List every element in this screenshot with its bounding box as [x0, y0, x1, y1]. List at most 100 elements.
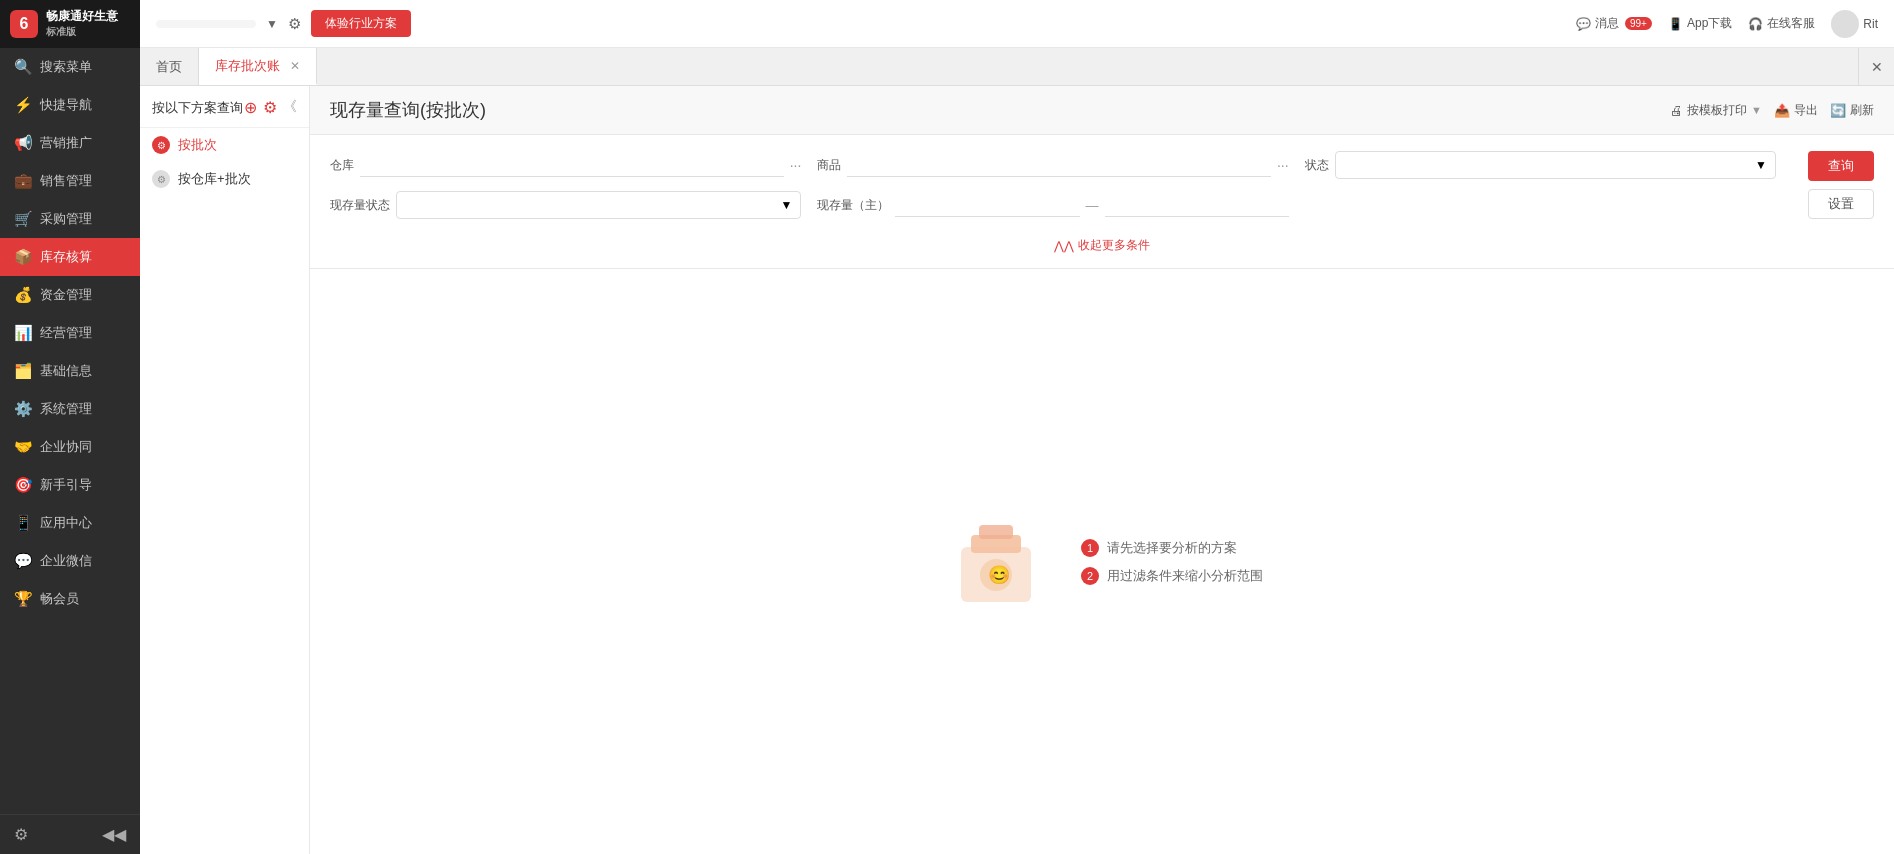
tip-num-1: 1 [1081, 539, 1099, 557]
sidebar-footer: ⚙ ◀◀ [0, 814, 140, 854]
topbar-gear-icon[interactable]: ⚙ [288, 15, 301, 33]
warehouse-filter-input[interactable] [360, 154, 784, 177]
empty-tips: 1 请先选择要分析的方案 2 用过滤条件来缩小分析范围 [1081, 539, 1263, 585]
sidebar-item-finance[interactable]: 💰 资金管理 [0, 276, 140, 314]
product-filter-input[interactable] [847, 154, 1271, 177]
sidebar-item-label: 新手引导 [40, 476, 92, 494]
sidebar-item-appcenter[interactable]: 📱 应用中心 [0, 504, 140, 542]
tab-home[interactable]: 首页 [140, 48, 199, 85]
app-subtitle: 标准版 [46, 25, 118, 39]
app-download-label: App下载 [1687, 15, 1732, 32]
query-button[interactable]: 查询 [1808, 151, 1874, 181]
settings-plan-icon[interactable]: ⚙ [263, 98, 277, 117]
topbar-left: ▼ ⚙ 体验行业方案 [156, 10, 411, 37]
sidebar-item-marketing[interactable]: 📢 营销推广 [0, 124, 140, 162]
app-download-action[interactable]: 📱 App下载 [1668, 15, 1732, 32]
topbar-search-bar[interactable] [156, 20, 256, 28]
tip-num-2: 2 [1081, 567, 1099, 585]
plan-item-by-batch[interactable]: ⚙ 按批次 [140, 128, 309, 162]
sidebar-item-purchase[interactable]: 🛒 采购管理 [0, 200, 140, 238]
online-service-action[interactable]: 🎧 在线客服 [1748, 15, 1815, 32]
tab-bar: 首页 库存批次账 ✕ ✕ [140, 48, 1894, 86]
collapse-panel-icon[interactable]: 《 [283, 98, 297, 117]
range-dash: — [1086, 198, 1099, 213]
print-dropdown-icon[interactable]: ▼ [1751, 104, 1762, 116]
empty-state-icon: 😊 [941, 507, 1051, 617]
industry-solution-button[interactable]: 体验行业方案 [311, 10, 411, 37]
quicknav-icon: ⚡ [14, 96, 32, 114]
right-content: 现存量查询(按批次) 🖨 按模板打印 ▼ 📤 导出 🔄 刷新 [310, 86, 1894, 854]
inventory-status-filter-group: 现存量状态 ▼ [330, 191, 801, 219]
sidebar-item-operations[interactable]: 📊 经营管理 [0, 314, 140, 352]
sidebar-item-guide[interactable]: 🎯 新手引导 [0, 466, 140, 504]
sidebar-header: 6 畅康通好生意 标准版 [0, 0, 140, 48]
sidebar-item-basic[interactable]: 🗂️ 基础信息 [0, 352, 140, 390]
close-tab-icon[interactable]: ✕ [290, 59, 300, 73]
close-all-icon: ✕ [1871, 59, 1883, 75]
settings-icon[interactable]: ⚙ [14, 825, 28, 844]
inventory-status-select[interactable]: ▼ [396, 191, 801, 219]
sidebar-nav: 🔍 搜索菜单 ⚡ 快捷导航 📢 营销推广 💼 销售管理 🛒 采购管理 📦 库存核… [0, 48, 140, 814]
online-service-label: 在线客服 [1767, 15, 1815, 32]
sidebar-item-sales[interactable]: 💼 销售管理 [0, 162, 140, 200]
page-title-bar: 现存量查询(按批次) 🖨 按模板打印 ▼ 📤 导出 🔄 刷新 [310, 86, 1894, 135]
enterprise-icon: 🤝 [14, 438, 32, 456]
search-icon: 🔍 [14, 58, 32, 76]
plan-label: 按仓库+批次 [178, 170, 251, 188]
status-select[interactable]: ▼ [1335, 151, 1776, 179]
collapse-filter-bar[interactable]: ⋀⋀ 收起更多条件 [330, 231, 1874, 260]
warehouse-more-icon[interactable]: ··· [790, 157, 802, 173]
plan-label: 按批次 [178, 136, 217, 154]
home-tab-label: 首页 [156, 58, 182, 76]
svg-rect-2 [979, 525, 1013, 539]
inventory-qty-filter-group: 现存量（主） — [817, 194, 1288, 217]
vip-icon: 🏆 [14, 590, 32, 608]
svg-text:😊: 😊 [988, 564, 1011, 586]
sidebar-item-search[interactable]: 🔍 搜索菜单 [0, 48, 140, 86]
message-icon: 💬 [1576, 17, 1591, 31]
empty-tip-1: 1 请先选择要分析的方案 [1081, 539, 1263, 557]
inventory-qty-label: 现存量（主） [817, 197, 889, 214]
close-all-tabs-button[interactable]: ✕ [1858, 48, 1894, 85]
inventory-qty-from[interactable] [895, 194, 1079, 217]
tip-text-2: 用过滤条件来缩小分析范围 [1107, 567, 1263, 585]
add-plan-icon[interactable]: ⊕ [244, 98, 257, 117]
sidebar-item-system[interactable]: ⚙️ 系统管理 [0, 390, 140, 428]
inventory-qty-to[interactable] [1105, 194, 1289, 217]
message-action[interactable]: 💬 消息 99+ [1576, 15, 1652, 32]
plan-inactive-icon: ⚙ [152, 170, 170, 188]
filter-area: 仓库 ··· 商品 ··· 状态 [310, 135, 1894, 269]
sidebar-item-label: 快捷导航 [40, 96, 92, 114]
refresh-label: 刷新 [1850, 102, 1874, 119]
sidebar-item-label: 畅会员 [40, 590, 79, 608]
sidebar-item-label: 资金管理 [40, 286, 92, 304]
collapse-sidebar-icon[interactable]: ◀◀ [102, 825, 126, 844]
filter-row-1: 仓库 ··· 商品 ··· 状态 [330, 151, 1776, 179]
operations-icon: 📊 [14, 324, 32, 342]
export-icon: 📤 [1774, 103, 1790, 118]
tab-inventory-batch[interactable]: 库存批次账 ✕ [199, 48, 317, 85]
settings-button[interactable]: 设置 [1808, 189, 1874, 219]
status-filter-label: 状态 [1305, 157, 1329, 174]
left-panel-title: 按以下方案查询 [152, 99, 243, 117]
export-label: 导出 [1794, 102, 1818, 119]
product-more-icon[interactable]: ··· [1277, 157, 1289, 173]
export-button[interactable]: 📤 导出 [1774, 102, 1818, 119]
marketing-icon: 📢 [14, 134, 32, 152]
sidebar-item-inventory[interactable]: 📦 库存核算 [0, 238, 140, 276]
phone-icon: 📱 [1668, 17, 1683, 31]
sidebar-item-quicknav[interactable]: ⚡ 快捷导航 [0, 86, 140, 124]
refresh-button[interactable]: 🔄 刷新 [1830, 102, 1874, 119]
sidebar-item-wechat[interactable]: 💬 企业微信 [0, 542, 140, 580]
empty-state: 😊 1 请先选择要分析的方案 2 用过滤条件来缩小分析范围 [310, 269, 1894, 854]
sidebar-item-enterprise[interactable]: 🤝 企业协同 [0, 428, 140, 466]
topbar-dropdown-icon[interactable]: ▼ [266, 17, 278, 31]
page-title: 现存量查询(按批次) [330, 98, 486, 122]
user-profile[interactable]: Rit [1831, 10, 1878, 38]
finance-icon: 💰 [14, 286, 32, 304]
plan-item-by-warehouse-batch[interactable]: ⚙ 按仓库+批次 [140, 162, 309, 196]
sidebar-item-vip[interactable]: 🏆 畅会员 [0, 580, 140, 618]
sidebar-item-label: 搜索菜单 [40, 58, 92, 76]
print-button[interactable]: 🖨 按模板打印 ▼ [1670, 102, 1762, 119]
sidebar: 6 畅康通好生意 标准版 🔍 搜索菜单 ⚡ 快捷导航 📢 营销推广 💼 销售管理… [0, 0, 140, 854]
